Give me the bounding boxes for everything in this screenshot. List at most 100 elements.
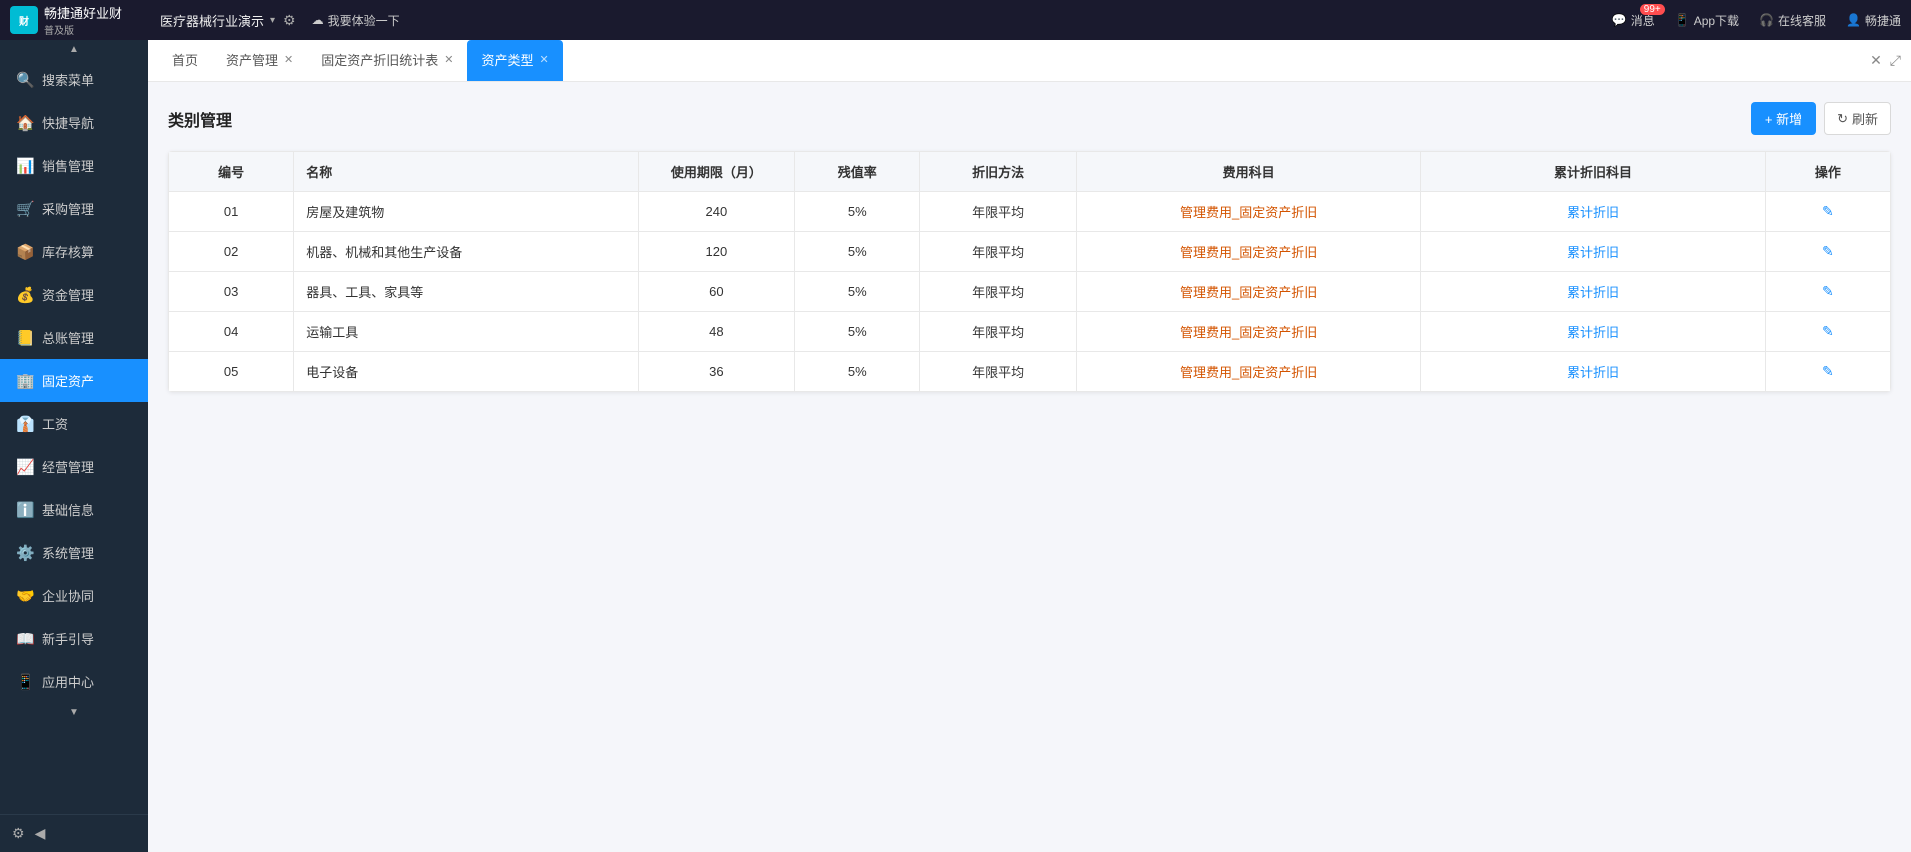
sidebar-item-system[interactable]: ⚙️ 系统管理 bbox=[0, 531, 148, 574]
cell-residual-2: 5% bbox=[795, 272, 920, 312]
tab-close-all-icon[interactable]: ✕ bbox=[1870, 52, 1882, 69]
tab-depreciation-table[interactable]: 固定资产折旧统计表 ✕ bbox=[307, 40, 467, 81]
table-row: 05 电子设备 36 5% 年限平均 管理费用_固定资产折旧 累计折旧 ✎ bbox=[169, 352, 1891, 392]
sidebar-item-ledger[interactable]: 📒 总账管理 bbox=[0, 316, 148, 359]
sidebar-label-sales: 销售管理 bbox=[42, 156, 94, 175]
topbar: 财 畅捷通好业财 普及版 医疗器械行业演示 ▾ ⚙ ☁ 我要体验一下 💬 消息 … bbox=[0, 0, 1911, 40]
service-button[interactable]: 🎧 在线客服 bbox=[1759, 12, 1826, 29]
tab-depreciation-close[interactable]: ✕ bbox=[444, 53, 453, 66]
tab-expand-icon[interactable]: ⤢ bbox=[1890, 52, 1901, 69]
edit-icon-4[interactable]: ✎ bbox=[1822, 363, 1834, 379]
cell-code-0: 01 bbox=[169, 192, 294, 232]
sales-icon: 📊 bbox=[16, 157, 34, 175]
cell-method-0: 年限平均 bbox=[920, 192, 1077, 232]
sidebar-item-quick-nav[interactable]: 🏠 快捷导航 bbox=[0, 101, 148, 144]
sidebar-item-fund[interactable]: 💰 资金管理 bbox=[0, 273, 148, 316]
tab-asset-mgmt[interactable]: 资产管理 ✕ bbox=[212, 40, 307, 81]
sidebar-item-enterprise[interactable]: 🤝 企业协同 bbox=[0, 574, 148, 617]
cell-period-3: 48 bbox=[638, 312, 795, 352]
cell-method-2: 年限平均 bbox=[920, 272, 1077, 312]
col-header-code: 编号 bbox=[169, 152, 294, 192]
logo-icon: 财 bbox=[10, 6, 38, 34]
cell-residual-1: 5% bbox=[795, 232, 920, 272]
tab-bar: 首页 资产管理 ✕ 固定资产折旧统计表 ✕ 资产类型 ✕ ✕ ⤢ bbox=[148, 40, 1911, 82]
sidebar-scroll-up[interactable]: ▲ bbox=[0, 40, 148, 58]
app-download-button[interactable]: 📱 App下载 bbox=[1675, 12, 1739, 29]
sidebar-label-inventory: 库存核算 bbox=[42, 242, 94, 261]
sidebar-item-sales[interactable]: 📊 销售管理 bbox=[0, 144, 148, 187]
payroll-icon: 👔 bbox=[16, 415, 34, 433]
cell-code-1: 02 bbox=[169, 232, 294, 272]
refresh-button[interactable]: ↻ 刷新 bbox=[1824, 102, 1891, 135]
tab-asset-mgmt-label: 资产管理 bbox=[226, 50, 278, 69]
basic-info-icon: ℹ️ bbox=[16, 501, 34, 519]
headset-icon: 🎧 bbox=[1759, 13, 1774, 27]
cell-op-2: ✎ bbox=[1765, 272, 1890, 312]
cell-op-1: ✎ bbox=[1765, 232, 1890, 272]
cell-accu-3: 累计折旧 bbox=[1421, 312, 1765, 352]
sidebar-scroll-down[interactable]: ▼ bbox=[0, 703, 148, 721]
fixed-assets-icon: 🏢 bbox=[16, 372, 34, 390]
page-title: 类别管理 bbox=[168, 107, 232, 131]
sidebar-item-basic-info[interactable]: ℹ️ 基础信息 bbox=[0, 488, 148, 531]
settings-icon[interactable]: ⚙ bbox=[283, 12, 296, 29]
sidebar-label-purchase: 采购管理 bbox=[42, 199, 94, 218]
tab-asset-mgmt-close[interactable]: ✕ bbox=[284, 53, 293, 66]
sidebar-item-payroll[interactable]: 👔 工资 bbox=[0, 402, 148, 445]
sidebar-item-purchase[interactable]: 🛒 采购管理 bbox=[0, 187, 148, 230]
cell-name-0: 房屋及建筑物 bbox=[294, 192, 638, 232]
user-icon: 👤 bbox=[1846, 13, 1861, 27]
enterprise-icon: 🤝 bbox=[16, 587, 34, 605]
cell-op-3: ✎ bbox=[1765, 312, 1890, 352]
table-header-row: 编号 名称 使用期限（月） 残值率 折旧方法 费用科目 累计折旧科目 操作 bbox=[169, 152, 1891, 192]
sidebar-label-search: 搜索菜单 bbox=[42, 70, 94, 89]
logo-edition: 普及版 bbox=[44, 22, 122, 37]
app-icon: 📱 bbox=[1675, 13, 1690, 27]
cell-period-0: 240 bbox=[638, 192, 795, 232]
sidebar-item-inventory[interactable]: 📦 库存核算 bbox=[0, 230, 148, 273]
content-area: 首页 资产管理 ✕ 固定资产折旧统计表 ✕ 资产类型 ✕ ✕ ⤢ 类别管理 bbox=[148, 40, 1911, 852]
sidebar-item-guide[interactable]: 📖 新手引导 bbox=[0, 617, 148, 660]
sidebar-collapse-icon[interactable]: ◀ bbox=[35, 825, 46, 842]
edit-icon-1[interactable]: ✎ bbox=[1822, 243, 1834, 259]
main-layout: ▲ 🔍 搜索菜单 🏠 快捷导航 📊 销售管理 🛒 采购管理 📦 库存核算 💰 资… bbox=[0, 40, 1911, 852]
experience-button[interactable]: ☁ 我要体验一下 bbox=[312, 12, 400, 29]
company-selector[interactable]: 医疗器械行业演示 ▾ bbox=[160, 11, 275, 30]
inventory-icon: 📦 bbox=[16, 243, 34, 261]
home-icon: 🏠 bbox=[16, 114, 34, 132]
guide-icon: 📖 bbox=[16, 630, 34, 648]
col-header-method: 折旧方法 bbox=[920, 152, 1077, 192]
tab-home-label: 首页 bbox=[172, 50, 198, 69]
cloud-icon: ☁ bbox=[312, 13, 324, 27]
tab-home[interactable]: 首页 bbox=[158, 40, 212, 81]
purchase-icon: 🛒 bbox=[16, 200, 34, 218]
edit-icon-0[interactable]: ✎ bbox=[1822, 203, 1834, 219]
app-center-icon: 📱 bbox=[16, 673, 34, 691]
cell-accu-1: 累计折旧 bbox=[1421, 232, 1765, 272]
edit-icon-2[interactable]: ✎ bbox=[1822, 283, 1834, 299]
sidebar-label-payroll: 工资 bbox=[42, 414, 68, 433]
sidebar-item-operations[interactable]: 📈 经营管理 bbox=[0, 445, 148, 488]
cell-code-2: 03 bbox=[169, 272, 294, 312]
operations-icon: 📈 bbox=[16, 458, 34, 476]
edit-icon-3[interactable]: ✎ bbox=[1822, 323, 1834, 339]
sidebar-label-system: 系统管理 bbox=[42, 543, 94, 562]
cell-accu-4: 累计折旧 bbox=[1421, 352, 1765, 392]
user-button[interactable]: 👤 畅捷通 bbox=[1846, 12, 1901, 29]
cell-name-3: 运输工具 bbox=[294, 312, 638, 352]
cell-op-0: ✎ bbox=[1765, 192, 1890, 232]
sidebar-label-operations: 经营管理 bbox=[42, 457, 94, 476]
sidebar-label-ledger: 总账管理 bbox=[42, 328, 94, 347]
message-button[interactable]: 💬 消息 99+ bbox=[1612, 12, 1655, 29]
sidebar-item-app-center[interactable]: 📱 应用中心 bbox=[0, 660, 148, 703]
tab-asset-type-close[interactable]: ✕ bbox=[540, 53, 549, 66]
tab-asset-type[interactable]: 资产类型 ✕ bbox=[467, 40, 562, 81]
sidebar-settings-icon[interactable]: ⚙ bbox=[12, 825, 25, 842]
sidebar-item-search[interactable]: 🔍 搜索菜单 bbox=[0, 58, 148, 101]
col-header-name: 名称 bbox=[294, 152, 638, 192]
new-button[interactable]: + 新增 bbox=[1751, 102, 1816, 135]
tab-bar-actions: ✕ ⤢ bbox=[1870, 52, 1901, 69]
cell-method-3: 年限平均 bbox=[920, 312, 1077, 352]
sidebar-item-fixed-assets[interactable]: 🏢 固定资产 bbox=[0, 359, 148, 402]
page-header: 类别管理 + 新增 ↻ 刷新 bbox=[168, 102, 1891, 135]
